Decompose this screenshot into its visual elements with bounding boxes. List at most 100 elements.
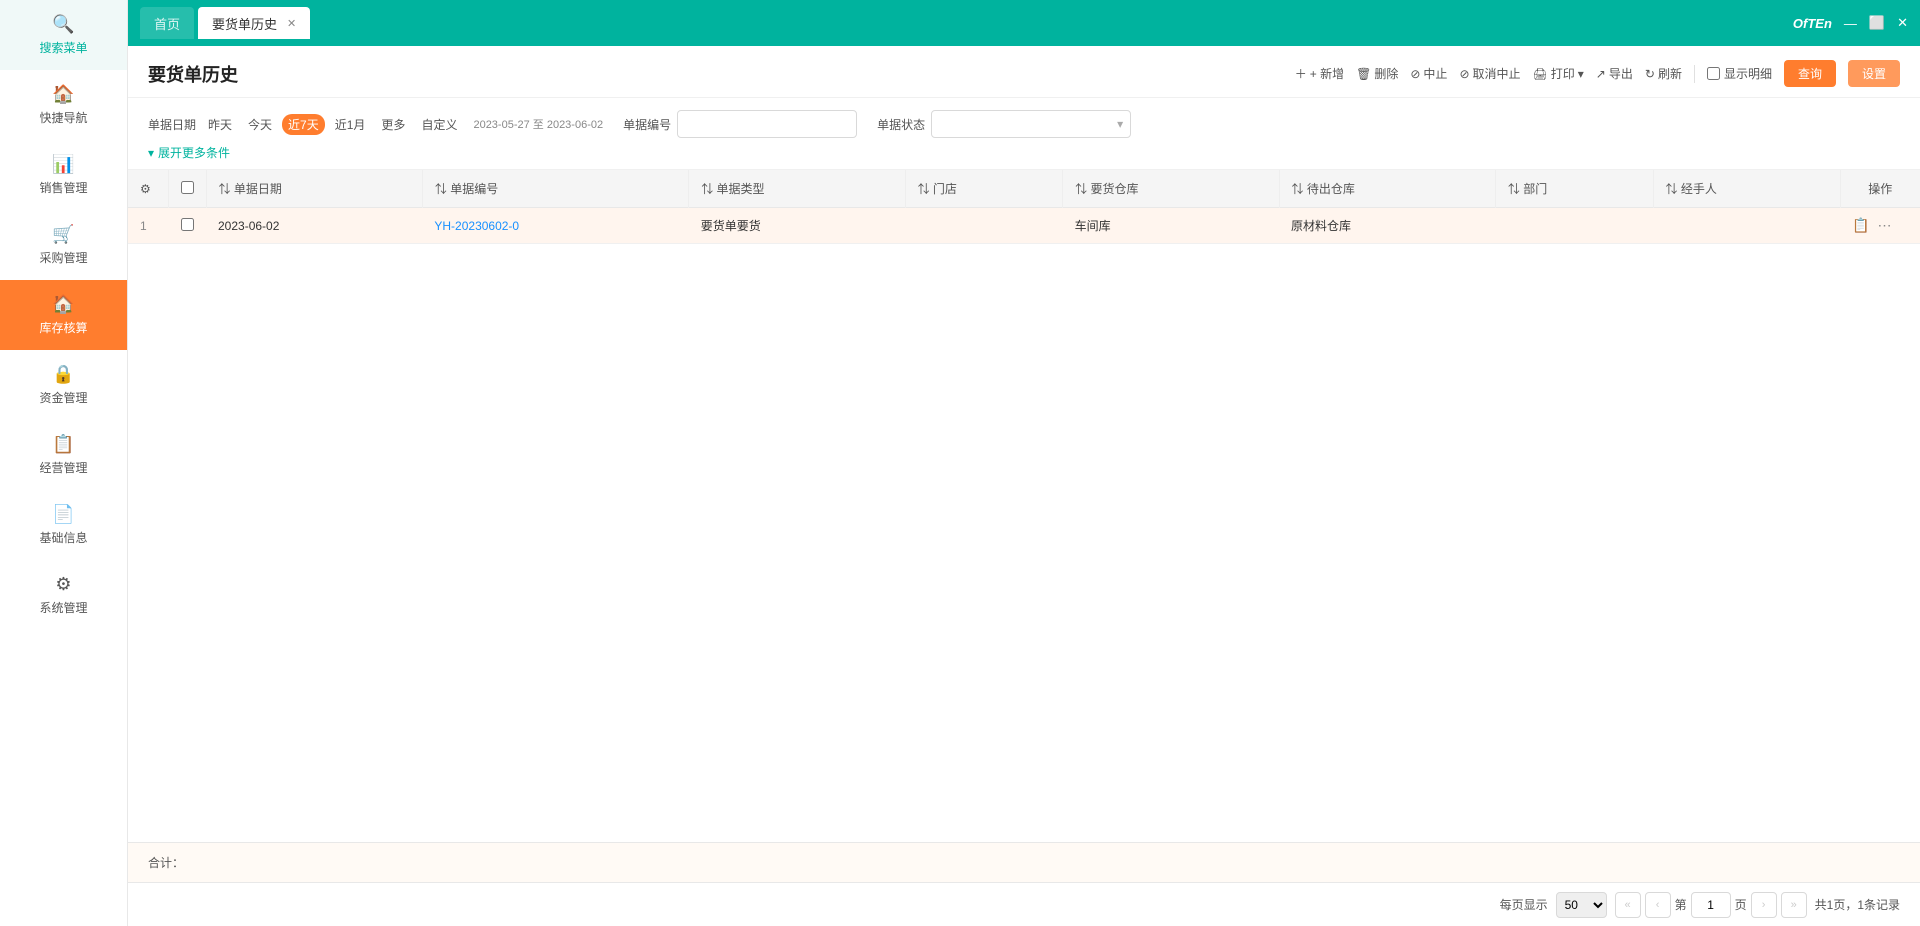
sidebar-item-search[interactable]: 🔍 搜索菜单	[0, 0, 127, 70]
th-actions: 操作	[1840, 170, 1920, 208]
system-icon: ⚙	[55, 574, 71, 595]
th-settings[interactable]: ⚙	[128, 170, 168, 208]
status-select-wrapper	[931, 110, 1131, 138]
maximize-btn[interactable]: ⬜	[1869, 15, 1885, 31]
expand-more-btn[interactable]: ▾ 展开更多条件	[148, 138, 1900, 161]
show-detail-checkbox[interactable]	[1707, 67, 1720, 80]
date-1month[interactable]: 近1月	[329, 114, 372, 135]
page-nav: « ‹ 第 页 › »	[1615, 892, 1807, 918]
sidebar-item-label: 快捷导航	[39, 109, 87, 126]
status-filter-group: 单据状态	[877, 110, 1131, 138]
sidebar-item-label: 销售管理	[39, 179, 87, 196]
row-docnum-link[interactable]: YH-20230602-0	[434, 219, 519, 233]
table-settings-icon[interactable]: ⚙	[140, 182, 151, 196]
th-docnum[interactable]: ⇅ 单据编号	[422, 170, 688, 208]
docnum-filter-group: 单据编号	[623, 110, 857, 138]
th-handler-label: ⇅ 经手人	[1666, 182, 1717, 196]
page-label-prefix: 第	[1675, 896, 1687, 913]
toolbar: ＋ + 新增 🗑 删除 ⊘ 中止 ⊘ 取消中止 🖨 打印	[1295, 60, 1900, 87]
delete-button[interactable]: 🗑 删除	[1356, 65, 1398, 82]
pagination-bar: 每页显示 20 50 100 200 « ‹ 第 页 › » 共1页，1条记录	[128, 882, 1920, 926]
th-doctype[interactable]: ⇅ 单据类型	[689, 170, 905, 208]
basic-icon: 📄	[52, 504, 74, 525]
data-table: ⚙ ⇅ 单据日期 ⇅ 单据编号 ⇅ 单据类型	[128, 170, 1920, 244]
th-doctype-label: ⇅ 单据类型	[701, 182, 764, 196]
page-input[interactable]	[1691, 892, 1731, 918]
date-yesterday[interactable]: 昨天	[202, 114, 238, 135]
refresh-button[interactable]: ↻ 刷新	[1645, 65, 1682, 82]
sidebar-item-inventory[interactable]: 🏠 库存核算	[0, 280, 127, 350]
sidebar-item-label: 经营管理	[39, 459, 87, 476]
table-row: 1 2023-06-02 YH-20230602-0 要货单要货 车间库 原材料…	[128, 208, 1920, 244]
purchase-icon: 🛒	[52, 224, 74, 245]
page-size-select[interactable]: 20 50 100 200	[1556, 892, 1607, 918]
date-more[interactable]: 更多	[375, 114, 411, 135]
export-button[interactable]: ↗ 导出	[1596, 65, 1633, 82]
row-checkbox[interactable]	[181, 218, 194, 231]
new-icon: ＋	[1295, 65, 1307, 82]
delete-icon: 🗑	[1356, 67, 1371, 81]
sidebar-item-system[interactable]: ⚙ 系统管理	[0, 560, 127, 630]
row-handler	[1653, 208, 1840, 244]
sidebar-item-sales[interactable]: 📊 销售管理	[0, 140, 127, 210]
th-req-warehouse-label: ⇅ 要货仓库	[1075, 182, 1138, 196]
close-window-btn[interactable]: ✕	[1897, 15, 1908, 31]
row-store	[905, 208, 1063, 244]
print-icon: 🖨	[1533, 67, 1548, 81]
th-date[interactable]: ⇅ 单据日期	[206, 170, 422, 208]
expand-label: 展开更多条件	[158, 144, 230, 161]
action-icons: 📋 ⋯	[1852, 217, 1908, 234]
page-title: 要货单历史	[148, 61, 1295, 87]
sidebar-item-purchase[interactable]: 🛒 采购管理	[0, 210, 127, 280]
print-button[interactable]: 🖨 打印 ▾	[1533, 65, 1584, 82]
th-pending-warehouse[interactable]: ⇅ 待出仓库	[1279, 170, 1495, 208]
date-7days[interactable]: 近7天	[282, 114, 325, 135]
stop-button[interactable]: ⊘ 中止	[1410, 65, 1447, 82]
tab-active[interactable]: 要货单历史 ✕	[198, 7, 310, 39]
date-range-display: 2023-05-27 至 2023-06-02	[473, 116, 603, 132]
row-index: 1	[128, 208, 168, 244]
date-today[interactable]: 今天	[242, 114, 278, 135]
page-last-btn[interactable]: »	[1781, 892, 1807, 918]
page-next-btn[interactable]: ›	[1751, 892, 1777, 918]
sidebar-item-finance[interactable]: 🔒 资金管理	[0, 350, 127, 420]
date-custom[interactable]: 自定义	[415, 114, 463, 135]
export-icon: ↗	[1596, 67, 1606, 81]
docnum-input[interactable]	[677, 110, 857, 138]
close-tab-icon[interactable]: ✕	[287, 17, 296, 30]
cancel-stop-button[interactable]: ⊘ 取消中止	[1459, 65, 1520, 82]
sidebar-item-label: 采购管理	[39, 249, 87, 266]
sidebar-item-quicknav[interactable]: 🏠 快捷导航	[0, 70, 127, 140]
main-area: 首页 要货单历史 ✕ OfTEn — ⬜ ✕ 要货单历史 ＋ + 新增 🗑	[128, 0, 1920, 926]
th-handler[interactable]: ⇅ 经手人	[1653, 170, 1840, 208]
page-first-btn[interactable]: «	[1615, 892, 1641, 918]
page-header: 要货单历史 ＋ + 新增 🗑 删除 ⊘ 中止 ⊘ 取消中止	[128, 46, 1920, 98]
more-icon[interactable]: ⋯	[1877, 217, 1891, 234]
tab-home[interactable]: 首页	[140, 7, 194, 39]
minimize-btn[interactable]: —	[1844, 16, 1857, 31]
row-checkbox-cell	[168, 208, 206, 244]
tab-home-label: 首页	[154, 14, 180, 33]
sidebar-item-basic[interactable]: 📄 基础信息	[0, 490, 127, 560]
page-label-suffix: 页	[1735, 896, 1747, 913]
settings-button[interactable]: 设置	[1848, 60, 1900, 87]
th-req-warehouse[interactable]: ⇅ 要货仓库	[1063, 170, 1279, 208]
row-date: 2023-06-02	[206, 208, 422, 244]
new-button[interactable]: ＋ + 新增	[1295, 65, 1344, 82]
query-button[interactable]: 查询	[1784, 60, 1836, 87]
status-select[interactable]	[931, 110, 1131, 138]
filter-area: 单据日期 昨天 今天 近7天 近1月 更多 自定义 2023-05-27 至 2…	[128, 98, 1920, 170]
total-label: 合计：	[148, 854, 184, 871]
sidebar: 🔍 搜索菜单 🏠 快捷导航 📊 销售管理 🛒 采购管理 🏠 库存核算 🔒 资金管…	[0, 0, 128, 926]
sidebar-item-operations[interactable]: 📋 经营管理	[0, 420, 127, 490]
row-actions: 📋 ⋯	[1840, 208, 1920, 244]
th-store[interactable]: ⇅ 门店	[905, 170, 1063, 208]
edit-icon[interactable]: 📋	[1852, 217, 1869, 234]
sidebar-item-label: 库存核算	[39, 319, 87, 336]
show-detail-toggle[interactable]: 显示明细	[1707, 65, 1772, 82]
stop-icon: ⊘	[1410, 67, 1420, 81]
select-all-checkbox[interactable]	[181, 181, 194, 194]
inventory-icon: 🏠	[52, 294, 74, 315]
th-department[interactable]: ⇅ 部门	[1495, 170, 1653, 208]
page-prev-btn[interactable]: ‹	[1645, 892, 1671, 918]
